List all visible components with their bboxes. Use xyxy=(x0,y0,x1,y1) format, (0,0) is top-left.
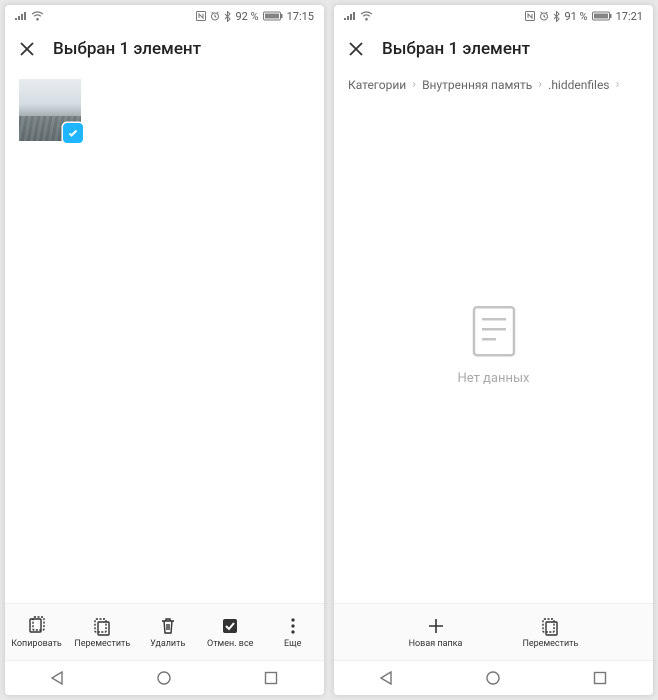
alarm-icon xyxy=(210,11,220,21)
battery-icon xyxy=(263,11,283,21)
copy-label: Копировать xyxy=(11,639,62,649)
close-button[interactable] xyxy=(17,39,37,59)
deselect-label: Отмен. все xyxy=(207,639,253,649)
file-thumbnail[interactable] xyxy=(19,79,81,141)
app-bar-title: Выбран 1 элемент xyxy=(382,39,530,59)
home-nav-button[interactable] xyxy=(468,670,518,686)
wifi-icon xyxy=(31,11,44,21)
move-label: Переместить xyxy=(74,639,130,649)
battery-percent: 91 % xyxy=(564,10,587,23)
close-button[interactable] xyxy=(346,39,366,59)
selected-check-icon xyxy=(63,123,83,143)
deselect-all-button[interactable]: Отмен. все xyxy=(205,616,255,649)
recent-nav-button[interactable] xyxy=(575,671,625,685)
back-nav-button[interactable] xyxy=(362,671,412,685)
chevron-right-icon: › xyxy=(538,77,542,92)
status-bar: 92 % 17:15 xyxy=(5,5,324,27)
status-bar: 91 % 17:21 xyxy=(334,5,653,27)
bluetooth-icon xyxy=(553,11,560,22)
bluetooth-icon xyxy=(224,11,231,22)
more-button[interactable]: Еще xyxy=(268,616,318,649)
signal-icon xyxy=(15,11,27,21)
chevron-right-icon: › xyxy=(412,77,416,92)
new-folder-label: Новая папка xyxy=(409,639,463,649)
app-bar: Выбран 1 элемент xyxy=(5,27,324,71)
deselect-icon xyxy=(220,616,240,636)
bottom-toolbar: Новая папка Переместить xyxy=(334,603,653,660)
move-icon xyxy=(540,616,560,636)
move-icon xyxy=(92,616,112,636)
delete-label: Удалить xyxy=(150,639,185,649)
phone-left: 92 % 17:15 Выбран 1 элемент Копировать xyxy=(5,5,324,695)
android-nav-bar xyxy=(334,660,653,695)
home-nav-button[interactable] xyxy=(139,670,189,686)
phone-right: 91 % 17:21 Выбран 1 элемент Категории › … xyxy=(334,5,653,695)
chevron-right-icon: › xyxy=(616,77,620,92)
battery-percent: 92 % xyxy=(235,10,258,23)
copy-button[interactable]: Копировать xyxy=(11,616,62,649)
wifi-icon xyxy=(360,11,373,21)
delete-button[interactable]: Удалить xyxy=(143,616,193,649)
content-area: Нет данных xyxy=(334,102,653,603)
move-button[interactable]: Переместить xyxy=(522,616,578,649)
move-button[interactable]: Переместить xyxy=(74,616,130,649)
nfc-icon xyxy=(196,11,206,21)
empty-label: Нет данных xyxy=(457,371,529,386)
signal-icon xyxy=(344,11,356,21)
empty-state: Нет данных xyxy=(334,303,653,386)
breadcrumb-item[interactable]: Категории xyxy=(348,78,406,92)
breadcrumb: Категории › Внутренняя память › .hiddenf… xyxy=(334,71,653,102)
app-bar-title: Выбран 1 элемент xyxy=(53,39,201,59)
android-nav-bar xyxy=(5,660,324,695)
more-label: Еще xyxy=(284,639,301,649)
app-bar: Выбран 1 элемент xyxy=(334,27,653,71)
content-area xyxy=(5,71,324,603)
back-nav-button[interactable] xyxy=(33,671,83,685)
battery-icon xyxy=(592,11,612,21)
empty-file-icon xyxy=(470,303,518,359)
clock: 17:15 xyxy=(287,10,314,23)
bottom-toolbar: Копировать Переместить Удалить Отмен. вс… xyxy=(5,603,324,660)
new-folder-button[interactable]: Новая папка xyxy=(409,616,463,649)
plus-icon xyxy=(426,616,446,636)
breadcrumb-item[interactable]: Внутренняя память xyxy=(422,78,532,92)
nfc-icon xyxy=(525,11,535,21)
trash-icon xyxy=(158,616,178,636)
clock: 17:21 xyxy=(616,10,643,23)
more-icon xyxy=(283,616,303,636)
move-label: Переместить xyxy=(522,639,578,649)
copy-icon xyxy=(27,616,47,636)
breadcrumb-item[interactable]: .hiddenfiles xyxy=(548,78,609,92)
alarm-icon xyxy=(539,11,549,21)
recent-nav-button[interactable] xyxy=(246,671,296,685)
